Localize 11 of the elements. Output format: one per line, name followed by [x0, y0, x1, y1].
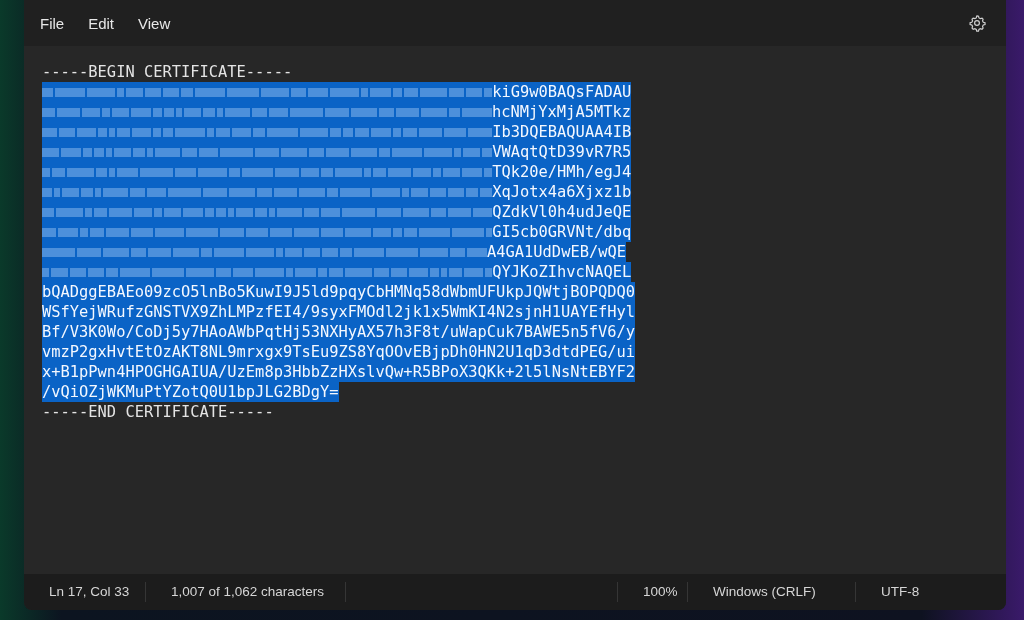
- menu-item[interactable]: View: [136, 10, 187, 36]
- cursor-position: Ln 17, Col 33: [24, 582, 146, 602]
- encoding: UTF-8: [880, 583, 921, 601]
- character-count: 1,007 of 1,062 characters: [146, 582, 346, 602]
- zoom-level: 100%: [618, 582, 688, 602]
- code-line: -----END CERTIFICATE-----: [42, 402, 274, 422]
- menu-item[interactable]: Edit: [86, 10, 131, 36]
- menu-item[interactable]: File: [38, 10, 81, 36]
- code-line: -----BEGIN CERTIFICATE-----: [42, 62, 293, 82]
- line-ending: Windows (CRLF): [688, 582, 856, 602]
- settings-icon[interactable]: [968, 14, 986, 32]
